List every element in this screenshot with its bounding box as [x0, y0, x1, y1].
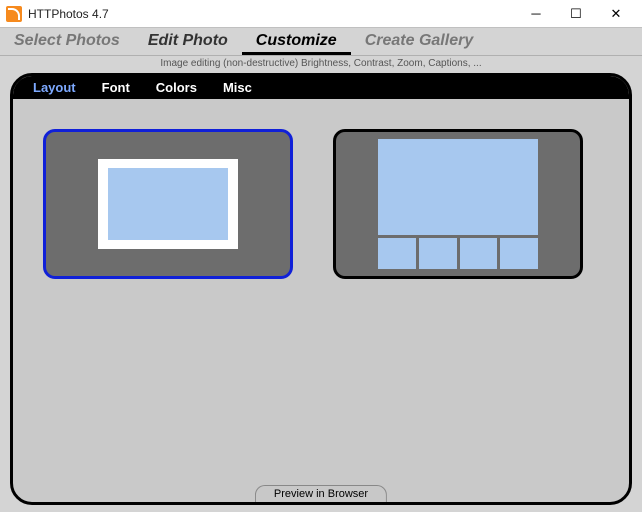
layout-preview-stack — [378, 139, 538, 269]
layout-preview-thumb — [500, 238, 538, 269]
subtab-font[interactable]: Font — [102, 80, 130, 95]
tab-edit-photo[interactable]: Edit Photo — [134, 28, 242, 55]
work-area: Layout Font Colors Misc Preview in Brows… — [10, 73, 632, 505]
tab-customize[interactable]: Customize — [242, 28, 351, 55]
layout-preview-thumbs — [378, 235, 538, 269]
tab-select-photos[interactable]: Select Photos — [0, 28, 134, 55]
sub-tab-bar: Layout Font Colors Misc — [13, 76, 629, 99]
close-button[interactable]: ✕ — [596, 1, 636, 27]
title-bar: HTTPhotos 4.7 ─ ☐ ✕ — [0, 0, 642, 28]
layout-preview-thumb — [378, 238, 416, 269]
app-icon — [6, 6, 22, 22]
maximize-button[interactable]: ☐ — [556, 1, 596, 27]
subtab-misc[interactable]: Misc — [223, 80, 252, 95]
subtitle-text: Image editing (non-destructive) Brightne… — [0, 56, 642, 73]
layout-option-thumbnails[interactable] — [333, 129, 583, 279]
layout-preview-image — [108, 168, 228, 240]
layout-preview-frame — [98, 159, 238, 249]
layout-preview-thumb — [419, 238, 457, 269]
subtab-colors[interactable]: Colors — [156, 80, 197, 95]
layout-preview-thumb — [460, 238, 498, 269]
main-tab-bar: Select Photos Edit Photo Customize Creat… — [0, 28, 642, 56]
layout-preview-main — [378, 139, 538, 235]
preview-in-browser-button[interactable]: Preview in Browser — [255, 485, 387, 502]
subtab-layout[interactable]: Layout — [33, 80, 76, 95]
layout-options-row — [13, 99, 629, 309]
window-title: HTTPhotos 4.7 — [28, 7, 109, 21]
tab-create-gallery[interactable]: Create Gallery — [351, 28, 488, 55]
minimize-button[interactable]: ─ — [516, 1, 556, 27]
layout-option-single[interactable] — [43, 129, 293, 279]
